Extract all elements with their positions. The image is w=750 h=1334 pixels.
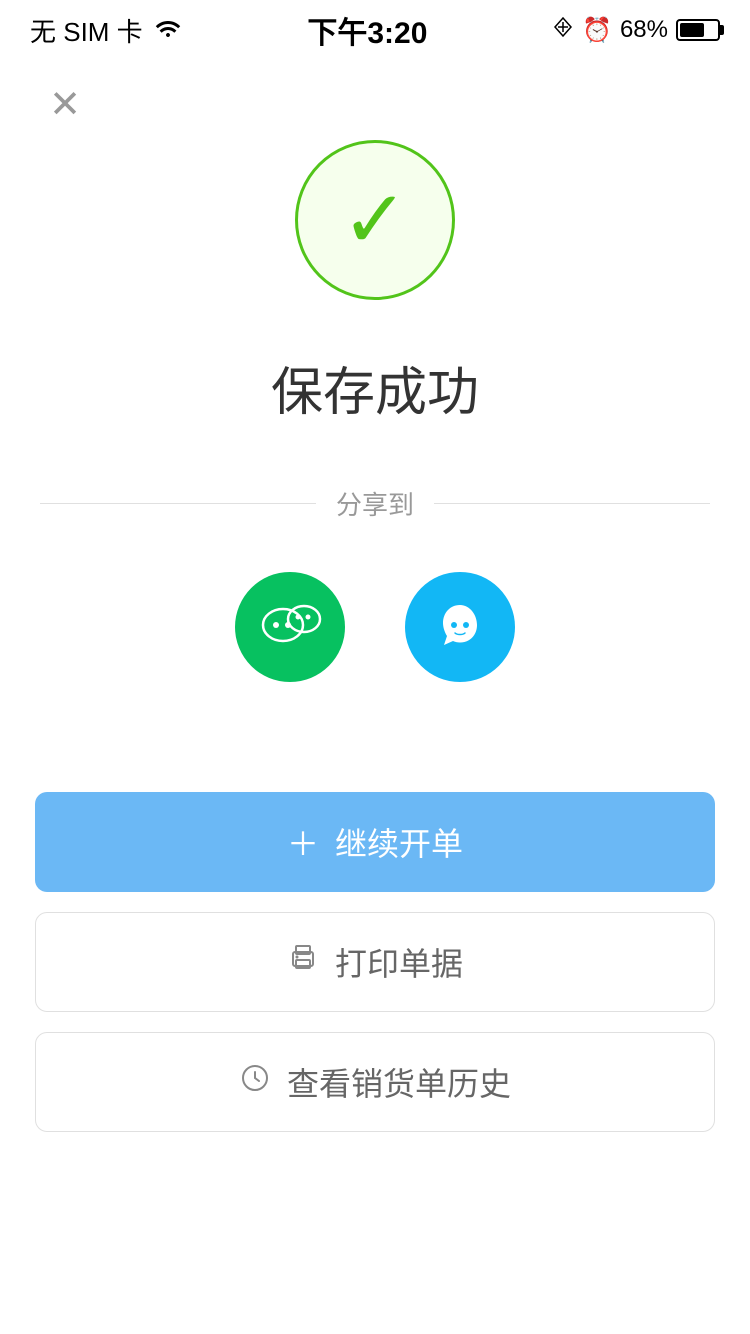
share-icons-row [0,572,750,682]
battery-percentage: 68% [620,16,668,44]
checkmark-icon: ✓ [341,180,408,260]
print-icon [287,942,319,982]
wechat-share-button[interactable] [235,572,345,682]
location-icon [552,16,574,45]
history-button[interactable]: 查看销货单历史 [35,1032,715,1132]
print-label: 打印单据 [335,939,463,985]
divider-right [434,503,710,504]
share-divider: 分享到 [0,485,750,522]
success-title: 保存成功 [271,350,479,425]
qq-share-button[interactable] [405,572,515,682]
share-label: 分享到 [316,485,434,522]
share-section: 分享到 [0,485,750,742]
close-icon: ✕ [49,86,81,124]
status-indicators: ⏰ 68% [552,16,720,45]
carrier-text: 无 SIM 卡 [30,12,143,49]
close-button[interactable]: ✕ [40,80,90,130]
print-button[interactable]: 打印单据 [35,912,715,1012]
divider-left [40,503,316,504]
qq-icon [430,597,490,657]
continue-label: 继续开单 [335,819,463,865]
battery-icon [676,19,720,41]
history-label: 查看销货单历史 [287,1059,511,1105]
history-icon [239,1062,271,1102]
status-bar: 无 SIM 卡 下午3:20 ⏰ 68% [0,0,750,60]
wechat-icon [258,595,323,660]
success-icon-circle: ✓ [295,140,455,300]
wifi-icon [153,15,183,46]
action-buttons: ＋ 继续开单 打印单据 查看销货单历史 [35,792,715,1132]
plus-icon: ＋ [287,819,319,865]
alarm-icon: ⏰ [582,16,612,45]
status-time: 下午3:20 [307,8,427,52]
continue-button[interactable]: ＋ 继续开单 [35,792,715,892]
status-carrier: 无 SIM 卡 [30,12,183,49]
main-content: ✓ 保存成功 分享到 [0,60,750,1132]
